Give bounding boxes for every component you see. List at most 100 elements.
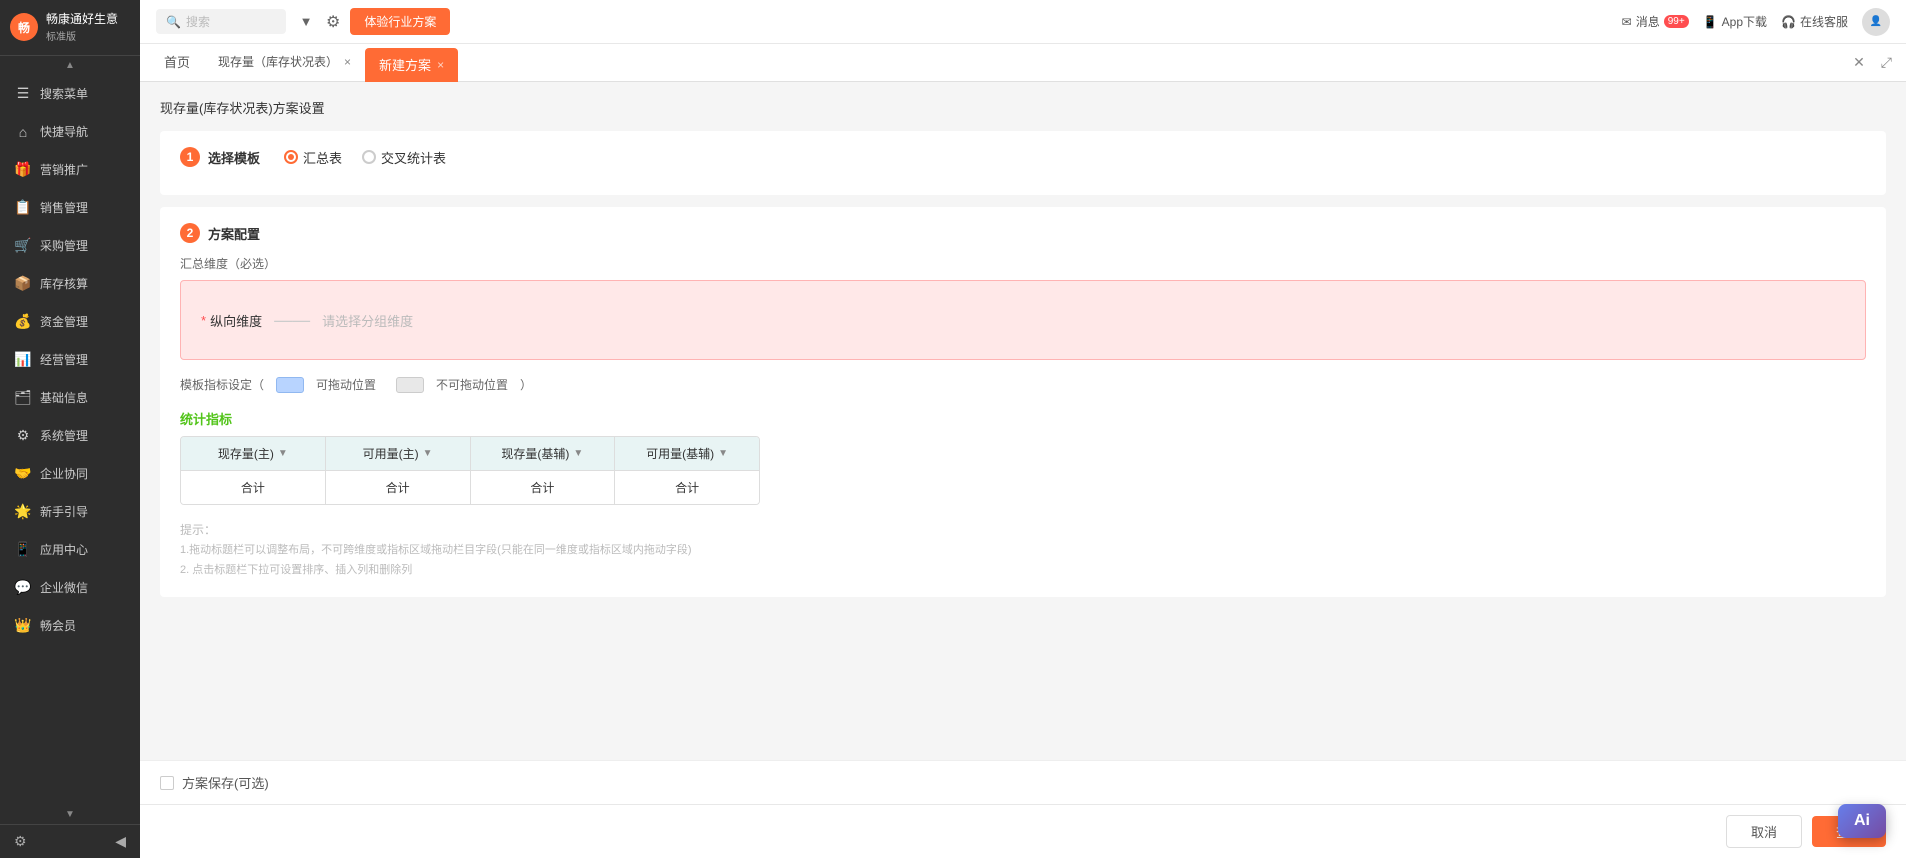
search-icon: 🔍 [166, 15, 181, 29]
sidebar-logo: 畅 畅康通好生意 标准版 [0, 0, 140, 56]
required-mark: * [201, 313, 206, 328]
col2-chevron[interactable]: ▼ [423, 448, 433, 459]
settings-icon[interactable]: ⚙ [14, 833, 27, 850]
step2-header: 2 方案配置 [180, 223, 1866, 243]
search-dropdown-btn[interactable]: ▼ [296, 12, 316, 32]
template-indicators-label: 模板指标设定（ [180, 376, 264, 393]
sidebar-item-cooperation[interactable]: 🤝 企业协同 [0, 455, 140, 493]
stats-col-3-agg: 合计 [471, 471, 616, 504]
sidebar-item-new-guide[interactable]: 🌟 新手引导 [0, 493, 140, 531]
sidebar-item-quick-nav[interactable]: ⌂ 快捷导航 [0, 113, 140, 151]
radio-cross[interactable]: 交叉统计表 [362, 148, 446, 167]
step1-header: 1 选择模板 汇总表 交叉统计表 [180, 147, 1866, 167]
online-service-btn[interactable]: 🎧 在线客服 [1781, 13, 1848, 30]
save-scheme-label: 方案保存(可选) [182, 773, 269, 792]
step2-badge: 2 [180, 223, 200, 243]
sidebar-item-basic-info[interactable]: 🗂 基础信息 [0, 379, 140, 417]
topbar-gear-btn[interactable]: ⚙ [326, 12, 340, 32]
col1-chevron[interactable]: ▼ [278, 448, 288, 459]
sales-icon: 📋 [14, 199, 32, 217]
app-download-icon: 📱 [1703, 15, 1718, 29]
sidebar-item-operations[interactable]: 📊 经营管理 [0, 341, 140, 379]
inventory-icon: 📦 [14, 275, 32, 293]
collapse-icon[interactable]: ◀ [115, 833, 126, 850]
message-label: 消息 [1636, 13, 1660, 30]
stats-section-title: 统计指标 [180, 409, 1866, 428]
stats-col-4-agg: 合计 [615, 471, 759, 504]
dimension-dash: —— [274, 310, 310, 331]
sidebar-item-label: 系统管理 [40, 427, 88, 444]
search-placeholder: 搜索 [186, 13, 210, 30]
main-area: 🔍 搜索 ▼ ⚙ 体验行业方案 ✉ 消息 99+ 📱 App下载 🎧 在线客服 … [140, 0, 1906, 858]
stats-col-3-header[interactable]: 现存量(基辅) ▼ [471, 437, 616, 470]
col4-chevron[interactable]: ▼ [718, 448, 728, 459]
sidebar-item-app-center[interactable]: 📱 应用中心 [0, 531, 140, 569]
sidebar-item-label: 快捷导航 [40, 123, 88, 140]
finance-icon: 💰 [14, 313, 32, 331]
stats-col-1-agg: 合计 [181, 471, 326, 504]
tab-close-btn[interactable]: ✕ [1849, 52, 1869, 73]
message-badge: 99+ [1664, 15, 1689, 28]
stats-col-4-header[interactable]: 可用量(基辅) ▼ [615, 437, 759, 470]
sidebar-item-label: 畅会员 [40, 617, 76, 634]
topbar-search-box[interactable]: 🔍 搜索 [156, 9, 286, 34]
user-avatar[interactable]: 👤 [1862, 8, 1890, 36]
sidebar-scroll-down[interactable]: ▼ [0, 805, 140, 824]
sidebar-item-marketing[interactable]: 🎁 营销推广 [0, 151, 140, 189]
system-icon: ⚙ [14, 427, 32, 445]
sidebar-item-inventory[interactable]: 📦 库存核算 [0, 265, 140, 303]
try-industry-btn[interactable]: 体验行业方案 [350, 8, 450, 35]
sidebar-item-membership[interactable]: 👑 畅会员 [0, 607, 140, 645]
sidebar-nav: ☰ 搜索菜单 ⌂ 快捷导航 🎁 营销推广 📋 销售管理 🛒 采购管理 📦 库存核… [0, 75, 140, 805]
sidebar-item-search-menu[interactable]: ☰ 搜索菜单 [0, 75, 140, 113]
basic-info-icon: 🗂 [14, 389, 32, 407]
dimension-area[interactable]: * 纵向维度 —— 请选择分组维度 [180, 280, 1866, 360]
tab-home[interactable]: 首页 [150, 44, 204, 82]
sidebar-bottom: ⚙ ◀ [0, 824, 140, 858]
template-radio-group: 汇总表 交叉统计表 [284, 148, 446, 167]
tab-inventory-close[interactable]: × [344, 55, 351, 69]
tab-inventory-report[interactable]: 现存量（库存状况表） × [204, 44, 365, 82]
stats-col-2-header[interactable]: 可用量(主) ▼ [326, 437, 471, 470]
app-logo-text: 畅康通好生意 标准版 [46, 12, 118, 43]
radio-cross-label: 交叉统计表 [381, 148, 446, 167]
sidebar-item-finance[interactable]: 💰 资金管理 [0, 303, 140, 341]
sidebar-item-label: 销售管理 [40, 199, 88, 216]
topbar-right: ✉ 消息 99+ 📱 App下载 🎧 在线客服 👤 [1622, 8, 1890, 36]
service-icon: 🎧 [1781, 15, 1796, 29]
tab-expand-btn[interactable]: ⤢ [1877, 52, 1896, 73]
radio-summary[interactable]: 汇总表 [284, 148, 342, 167]
message-btn[interactable]: ✉ 消息 99+ [1622, 13, 1689, 30]
cancel-button[interactable]: 取消 [1726, 815, 1802, 848]
app-download-label: App下载 [1722, 13, 1767, 30]
cooperation-icon: 🤝 [14, 465, 32, 483]
app-center-icon: 📱 [14, 541, 32, 559]
step1-title: 选择模板 [208, 148, 260, 167]
sidebar-item-system[interactable]: ⚙ 系统管理 [0, 417, 140, 455]
dimension-title: 汇总维度（必选） [180, 255, 1866, 272]
vertical-dimension-label: 纵向维度 [210, 311, 262, 330]
sidebar-item-wechat[interactable]: 💬 企业微信 [0, 569, 140, 607]
new-guide-icon: 🌟 [14, 503, 32, 521]
stats-body-row: 合计 合计 合计 合计 [181, 470, 759, 504]
step2-card: 2 方案配置 汇总维度（必选） * 纵向维度 —— 请选择分组维度 模板指标设定… [160, 207, 1886, 597]
col2-name: 可用量(主) [363, 445, 419, 462]
save-scheme-checkbox[interactable] [160, 776, 174, 790]
col3-chevron[interactable]: ▼ [573, 448, 583, 459]
stats-col-1-header[interactable]: 现存量(主) ▼ [181, 437, 326, 470]
tabs-controls: ✕ ⤢ [1849, 52, 1896, 73]
footer-bar: 取消 查询 [140, 804, 1906, 858]
tab-new-scheme-close[interactable]: × [437, 58, 444, 72]
tips-item-2: 2. 点击标题栏下拉可设置排序、插入列和删除列 [180, 562, 1866, 579]
stats-header-row: 现存量(主) ▼ 可用量(主) ▼ 现存量(基辅) ▼ 可用量(基辅) ▼ [181, 437, 759, 470]
col3-name: 现存量(基辅) [501, 445, 569, 462]
app-logo-icon: 畅 [10, 13, 38, 41]
ai-fab-button[interactable]: Ai [1838, 804, 1886, 838]
app-download-btn[interactable]: 📱 App下载 [1703, 13, 1767, 30]
sidebar-item-label: 采购管理 [40, 237, 88, 254]
tab-new-scheme[interactable]: 新建方案 × [365, 48, 458, 82]
sidebar-scroll-up[interactable]: ▲ [0, 56, 140, 75]
sidebar-item-purchase[interactable]: 🛒 采购管理 [0, 227, 140, 265]
sidebar-item-sales[interactable]: 📋 销售管理 [0, 189, 140, 227]
radio-cross-circle [362, 150, 376, 164]
